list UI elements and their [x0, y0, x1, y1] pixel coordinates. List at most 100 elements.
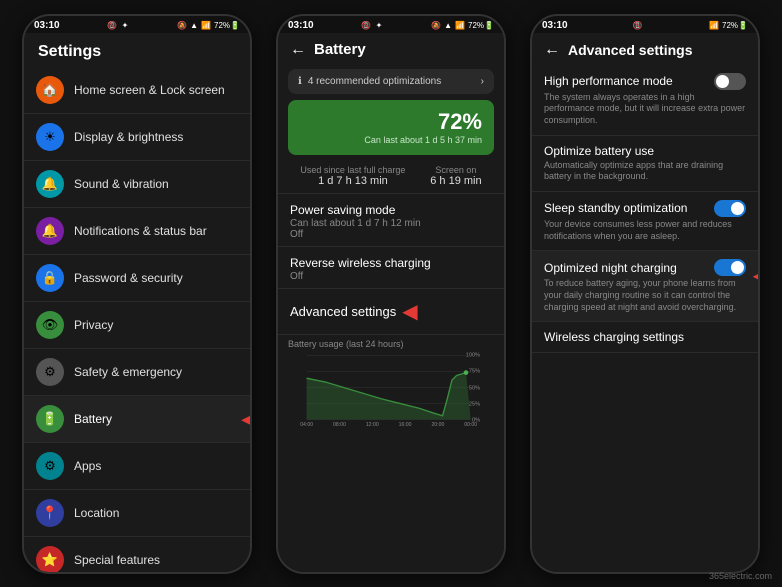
- safety-icon: ⚙: [36, 358, 64, 386]
- password-label: Password & security: [74, 271, 238, 285]
- battery-subtext: Can last about 1 d 5 h 37 min: [364, 135, 482, 145]
- advanced-header: ← Advanced settings: [532, 33, 758, 65]
- location-icon: 📍: [36, 499, 64, 527]
- info-icon: ℹ: [298, 76, 302, 87]
- settings-list: 🏠 Home screen & Lock screen ☀ Display & …: [24, 67, 250, 572]
- back-button-2[interactable]: ←: [290, 41, 306, 59]
- svg-text:50%: 50%: [469, 385, 480, 391]
- optimize-battery-desc: Automatically optimize apps that are dra…: [544, 160, 746, 183]
- stat-screen-on: Screen on 6 h 19 min: [430, 165, 481, 187]
- privacy-label: Privacy: [74, 318, 238, 332]
- battery-percent-bar: 72% Can last about 1 d 5 h 37 min: [288, 100, 494, 155]
- settings-item-special[interactable]: ⭐ Special features: [24, 537, 250, 572]
- battery-page-title: Battery: [314, 41, 366, 58]
- optimizations-text: 4 recommended optimizations: [308, 76, 441, 87]
- main-container: 03:10 📵 ✦ 🔕 ▲ 📶 72%🔋 Settings 🏠 Home scr…: [0, 0, 782, 587]
- adv-item-high-performance[interactable]: High performance mode The system always …: [532, 65, 758, 136]
- night-charging-title: Optimized night charging: [544, 261, 677, 275]
- high-performance-desc: The system always operates in a high per…: [544, 92, 746, 127]
- location-label: Location: [74, 506, 238, 520]
- stat-used-since: Used since last full charge 1 d 7 h 13 m…: [300, 165, 405, 187]
- optimizations-banner[interactable]: ℹ 4 recommended optimizations ›: [288, 69, 494, 94]
- phone-battery: 03:10 📵 ✦ 🔕 ▲ 📶 72%🔋 ← Battery ℹ 4 recom…: [276, 14, 506, 574]
- battery-icon: 🔋: [36, 405, 64, 433]
- settings-item-privacy[interactable]: 👁 Privacy: [24, 302, 250, 349]
- settings-item-location[interactable]: 📍 Location: [24, 490, 250, 537]
- reverse-wireless-title: Reverse wireless charging: [290, 256, 492, 270]
- settings-item-safety[interactable]: ⚙ Safety & emergency: [24, 349, 250, 396]
- apps-label: Apps: [74, 459, 238, 473]
- adv-item-wireless-charging[interactable]: Wireless charging settings: [532, 322, 758, 353]
- phone-advanced: 03:10 📵 📶 72%🔋 ← Advanced settings High …: [530, 14, 760, 574]
- status-bar-1: 03:10 📵 ✦ 🔕 ▲ 📶 72%🔋: [24, 16, 250, 33]
- settings-content: Settings 🏠 Home screen & Lock screen ☀ D…: [24, 33, 250, 572]
- password-icon: 🔒: [36, 264, 64, 292]
- battery-header: ← Battery: [278, 33, 504, 65]
- home-icon: 🏠: [36, 76, 64, 104]
- status-bar-3: 03:10 📵 📶 72%🔋: [532, 16, 758, 33]
- adv-item-sleep-standby[interactable]: Sleep standby optimization Your device c…: [532, 192, 758, 251]
- settings-item-apps[interactable]: ⚙ Apps: [24, 443, 250, 490]
- reverse-wireless-section[interactable]: Reverse wireless charging Off: [278, 247, 504, 289]
- svg-text:16:00: 16:00: [399, 422, 412, 427]
- battery-label: Battery: [74, 412, 238, 426]
- settings-item-battery[interactable]: 🔋 Battery ◀: [24, 396, 250, 443]
- night-charging-arrow: ◀: [753, 263, 758, 288]
- notifications-icon: 🔔: [36, 217, 64, 245]
- power-saving-sub: Can last about 1 d 7 h 12 minOff: [290, 218, 492, 240]
- night-charging-desc: To reduce battery aging, your phone lear…: [544, 278, 746, 313]
- power-saving-title: Power saving mode: [290, 203, 492, 217]
- apps-icon: ⚙: [36, 452, 64, 480]
- adv-item-night-charging[interactable]: Optimized night charging To reduce batte…: [532, 251, 758, 322]
- settings-item-password[interactable]: 🔒 Password & security: [24, 255, 250, 302]
- settings-item-notifications[interactable]: 🔔 Notifications & status bar: [24, 208, 250, 255]
- time-1: 03:10: [34, 20, 60, 31]
- battery-content: ← Battery ℹ 4 recommended optimizations …: [278, 33, 504, 572]
- time-2: 03:10: [288, 20, 314, 31]
- battery-stats: Used since last full charge 1 d 7 h 13 m…: [278, 159, 504, 194]
- sound-icon: 🔔: [36, 170, 64, 198]
- special-icon: ⭐: [36, 546, 64, 572]
- status-bar-2: 03:10 📵 ✦ 🔕 ▲ 📶 72%🔋: [278, 16, 504, 33]
- high-performance-toggle[interactable]: [714, 73, 746, 90]
- advanced-content: ← Advanced settings High performance mod…: [532, 33, 758, 572]
- battery-percent: 72%: [438, 109, 482, 135]
- settings-title: Settings: [24, 33, 250, 67]
- night-charging-toggle[interactable]: [714, 259, 746, 276]
- svg-text:12:00: 12:00: [366, 422, 379, 427]
- wireless-charging-title: Wireless charging settings: [544, 330, 684, 344]
- sleep-standby-toggle[interactable]: [714, 200, 746, 217]
- svg-text:25%: 25%: [469, 401, 480, 407]
- sleep-standby-desc: Your device consumes less power and redu…: [544, 219, 746, 242]
- display-label: Display & brightness: [74, 130, 238, 144]
- back-button-3[interactable]: ←: [544, 41, 560, 59]
- sound-label: Sound & vibration: [74, 177, 238, 191]
- special-label: Special features: [74, 553, 238, 567]
- adv-item-optimize-battery[interactable]: Optimize battery use Automatically optim…: [532, 136, 758, 192]
- settings-item-home[interactable]: 🏠 Home screen & Lock screen: [24, 67, 250, 114]
- battery-chart: 100% 75% 50% 25% 0%: [288, 352, 494, 427]
- advanced-page-title: Advanced settings: [568, 42, 692, 58]
- phone-settings: 03:10 📵 ✦ 🔕 ▲ 📶 72%🔋 Settings 🏠 Home scr…: [22, 14, 252, 574]
- optimize-battery-title: Optimize battery use: [544, 144, 654, 158]
- svg-text:04:00: 04:00: [300, 422, 313, 427]
- safety-label: Safety & emergency: [74, 365, 238, 379]
- home-label: Home screen & Lock screen: [74, 83, 238, 97]
- time-3: 03:10: [542, 20, 568, 31]
- privacy-icon: 👁: [36, 311, 64, 339]
- display-icon: ☀: [36, 123, 64, 151]
- chart-label: Battery usage (last 24 hours): [288, 339, 494, 349]
- settings-item-sound[interactable]: 🔔 Sound & vibration: [24, 161, 250, 208]
- battery-arrow: ◀: [241, 406, 250, 432]
- battery-chart-area: Battery usage (last 24 hours) 100% 75% 5…: [288, 339, 494, 432]
- power-saving-section[interactable]: Power saving mode Can last about 1 d 7 h…: [278, 194, 504, 247]
- high-performance-title: High performance mode: [544, 74, 673, 88]
- svg-text:00:00: 00:00: [464, 422, 477, 427]
- chevron-right-icon: ›: [481, 76, 484, 87]
- reverse-wireless-sub: Off: [290, 271, 492, 282]
- advanced-settings-arrow: ◀: [402, 299, 417, 324]
- advanced-settings-row[interactable]: Advanced settings ◀: [278, 289, 504, 335]
- settings-item-display[interactable]: ☀ Display & brightness: [24, 114, 250, 161]
- advanced-settings-label: Advanced settings: [290, 304, 396, 319]
- watermark: 365electric.com: [709, 571, 772, 581]
